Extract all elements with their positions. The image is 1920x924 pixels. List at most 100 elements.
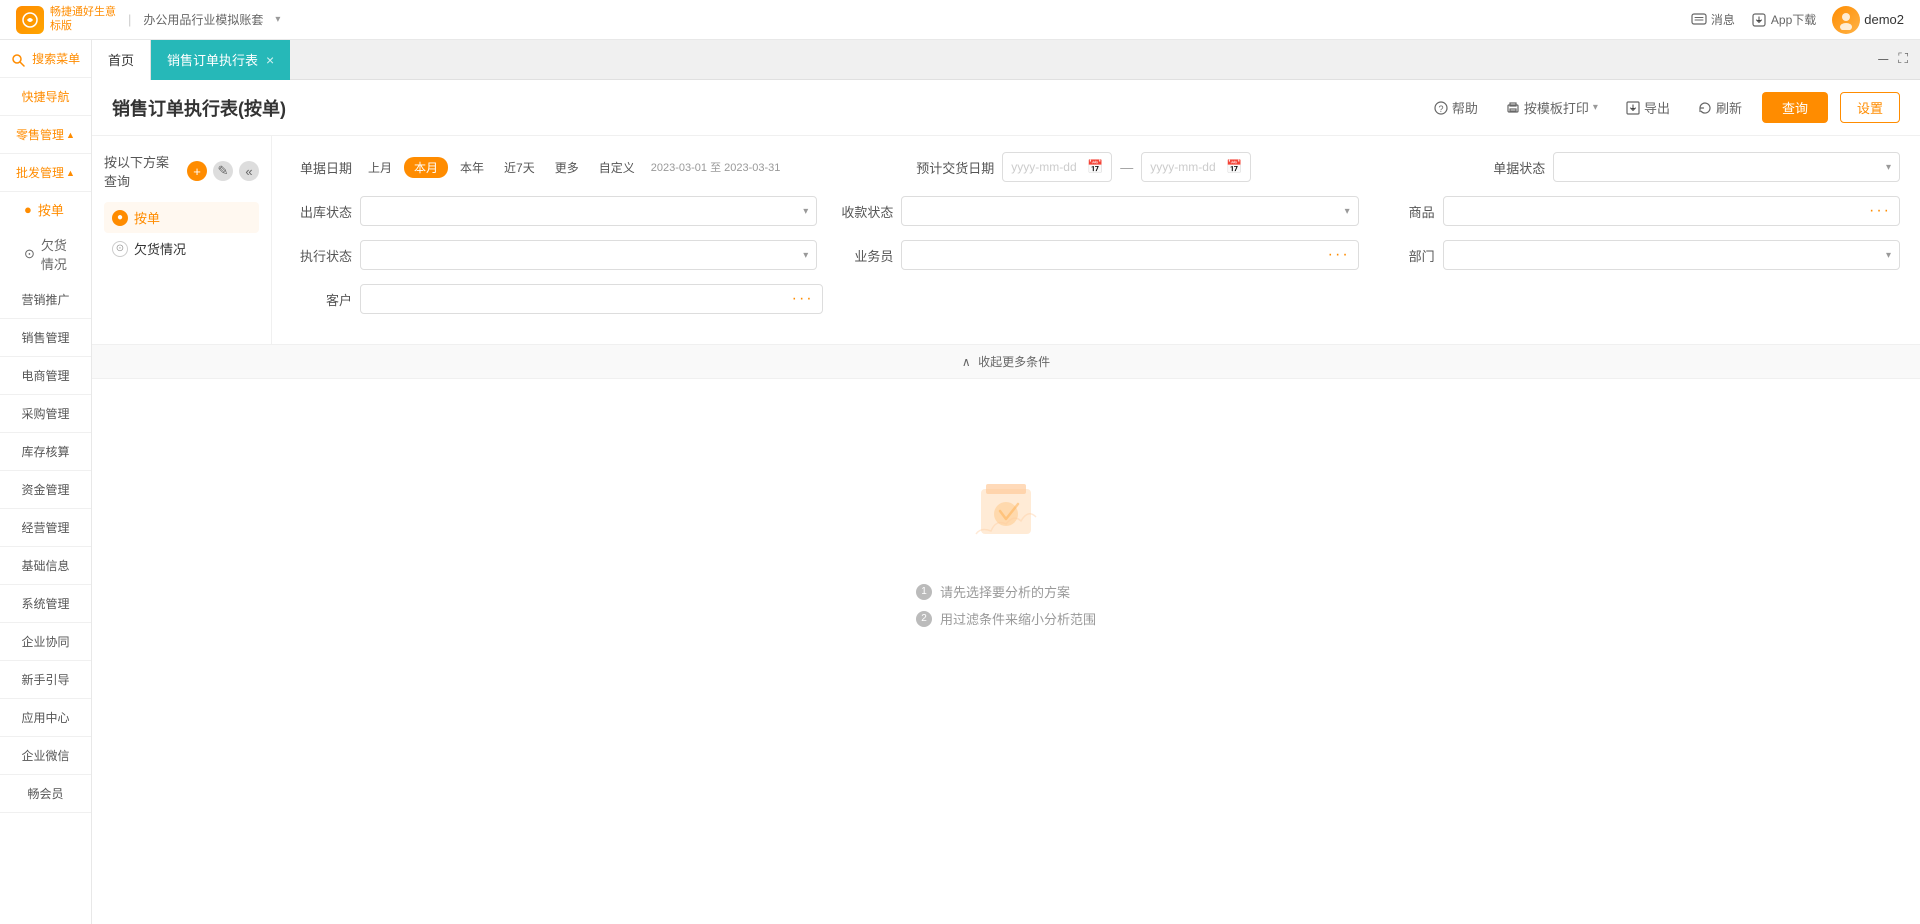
goods-dots-icon: ··· xyxy=(1869,202,1891,220)
sidebar-item-finance[interactable]: 资金管理 xyxy=(0,471,91,509)
help-button[interactable]: ? 帮助 xyxy=(1426,94,1486,121)
exec-status-select[interactable]: ▾ xyxy=(360,240,817,270)
scheme-add-button[interactable]: + xyxy=(187,161,207,181)
tab-minimize-icon[interactable]: － xyxy=(1876,50,1890,70)
empty-illustration xyxy=(956,459,1056,562)
customer-dots-icon: ··· xyxy=(792,290,814,308)
sidebar-search[interactable]: 搜索菜单 xyxy=(0,40,91,78)
top-bar-right: 消息 App下载 demo2 xyxy=(1691,6,1904,34)
logo-text: 畅捷通好生意 标版 xyxy=(50,6,116,32)
date-range-hint: 2023-03-01 至 2023-03-31 xyxy=(651,159,781,175)
sidebar-item-system[interactable]: 系统管理 xyxy=(0,585,91,623)
sidebar-item-wechat[interactable]: 企业微信 xyxy=(0,737,91,775)
download-icon xyxy=(1751,12,1767,28)
user-menu[interactable]: demo2 xyxy=(1832,6,1904,34)
tab-close-icon[interactable]: × xyxy=(266,53,274,67)
sidebar-item-ecommerce[interactable]: 电商管理 xyxy=(0,357,91,395)
tab-sales-order-exec[interactable]: 销售订单执行表 × xyxy=(151,40,290,80)
sidebar-item-purchase[interactable]: 采购管理 xyxy=(0,395,91,433)
scheme-collapse-button[interactable]: « xyxy=(239,161,259,181)
date-tab-this-month[interactable]: 本月 xyxy=(404,157,448,178)
date-tabs: 上月 本月 本年 近7天 更多 自定义 xyxy=(360,157,643,178)
message-icon xyxy=(1691,12,1707,28)
scheme-edit-button[interactable]: ✎ xyxy=(213,161,233,181)
payment-status-select[interactable]: ▾ xyxy=(901,196,1358,226)
date-tab-last-month[interactable]: 上月 xyxy=(360,157,400,178)
date-tab-7days[interactable]: 近7天 xyxy=(496,157,543,178)
delivery-status-select[interactable]: ▾ xyxy=(360,196,817,226)
sidebar-item-marketing[interactable]: 营销推广 xyxy=(0,281,91,319)
app-download-button[interactable]: App下载 xyxy=(1751,11,1816,28)
print-icon xyxy=(1506,101,1520,115)
page-content: 销售订单执行表(按单) ? 帮助 按模板打印 ▾ xyxy=(92,80,1920,924)
filter-row-3: 执行状态 ▾ 业务员 ··· xyxy=(292,240,1900,270)
print-arrow-icon: ▾ xyxy=(1593,102,1598,113)
filter-row-4: 客户 ··· xyxy=(292,284,1900,314)
payment-arrow-icon: ▾ xyxy=(1345,206,1350,217)
print-button[interactable]: 按模板打印 ▾ xyxy=(1498,94,1606,121)
page-header: 销售订单执行表(按单) ? 帮助 按模板打印 ▾ xyxy=(92,80,1920,136)
sidebar: 搜索菜单 快捷导航 零售管理 ▲ 批发管理 ▲ ● 零售管理 按单 ⊙ 欠货情况… xyxy=(0,40,92,924)
settings-button[interactable]: 设置 xyxy=(1840,92,1900,123)
export-button[interactable]: 导出 xyxy=(1618,94,1678,121)
dept-arrow-icon: ▾ xyxy=(1886,250,1891,261)
content-area: 首页 销售订单执行表 × － ⛶ 销售订单执行表(按单) ? xyxy=(92,40,1920,924)
date-separator: — xyxy=(1120,160,1133,175)
top-bar: 畅捷通好生意 标版 | 办公用品行业模拟账套 ▾ 消息 App下载 demo2 xyxy=(0,0,1920,40)
sidebar-item-retail[interactable]: 零售管理 ▲ xyxy=(0,116,91,154)
sidebar-item-sales[interactable]: 销售管理 xyxy=(0,319,91,357)
doc-status-label: 单据状态 xyxy=(1485,158,1545,177)
sidebar-item-appstore[interactable]: 应用中心 xyxy=(0,699,91,737)
department-select[interactable]: ▾ xyxy=(1443,240,1900,270)
salesperson-label: 业务员 xyxy=(833,246,893,265)
export-icon xyxy=(1626,101,1640,115)
filter-row-2: 出库状态 ▾ 收款状态 ▾ xyxy=(292,196,1900,226)
goods-label: 商品 xyxy=(1375,202,1435,221)
filter-row-1: 单据日期 上月 本月 本年 近7天 更多 自定义 2023-03-01 至 20… xyxy=(292,152,1900,182)
doc-status-select[interactable]: ▾ xyxy=(1553,152,1900,182)
department-label: 部门 xyxy=(1375,246,1435,265)
date-tab-this-year[interactable]: 本年 xyxy=(452,157,492,178)
sidebar-subitem-shortage[interactable]: ⊙ 欠货情况 xyxy=(0,227,91,281)
scheme-header: 按以下方案查询 + ✎ « xyxy=(104,152,259,190)
salesperson-select[interactable]: ··· xyxy=(901,240,1358,270)
date-tab-custom[interactable]: 自定义 xyxy=(591,157,643,178)
page-title: 销售订单执行表(按单) xyxy=(112,95,286,121)
sidebar-subitem-orders[interactable]: ● 零售管理 按单 xyxy=(0,192,91,227)
message-button[interactable]: 消息 xyxy=(1691,11,1735,28)
customer-select[interactable]: ··· xyxy=(360,284,823,314)
refresh-button[interactable]: 刷新 xyxy=(1690,94,1750,121)
sidebar-item-operation[interactable]: 经营管理 xyxy=(0,509,91,547)
sidebar-item-basic[interactable]: 基础信息 xyxy=(0,547,91,585)
sidebar-quick-nav[interactable]: 快捷导航 xyxy=(0,78,91,116)
collapse-bar[interactable]: ∧ 收起更多条件 xyxy=(92,344,1920,378)
tab-home[interactable]: 首页 xyxy=(92,40,151,80)
help-icon: ? xyxy=(1434,101,1448,115)
sidebar-item-newbie[interactable]: 新手引导 xyxy=(0,661,91,699)
username-label: demo2 xyxy=(1864,12,1904,27)
sidebar-item-inventory[interactable]: 库存核算 xyxy=(0,433,91,471)
filter-conditions-panel: 单据日期 上月 本月 本年 近7天 更多 自定义 2023-03-01 至 20… xyxy=(272,136,1920,344)
query-button[interactable]: 查询 xyxy=(1762,92,1828,123)
forecast-date-label: 预计交货日期 xyxy=(916,158,994,177)
svg-text:?: ? xyxy=(1438,104,1443,114)
forecast-date-end[interactable]: yyyy-mm-dd 📅 xyxy=(1141,152,1251,182)
sidebar-item-wholesale[interactable]: 批发管理 ▲ xyxy=(0,154,91,192)
tab-maximize-icon[interactable]: ⛶ xyxy=(1898,50,1908,70)
sidebar-item-member[interactable]: 畅会员 xyxy=(0,775,91,813)
empty-tip-1: 1 请先选择要分析的方案 xyxy=(916,582,1096,601)
salesperson-dots-icon: ··· xyxy=(1328,246,1350,264)
logo-area[interactable]: 畅捷通好生意 标版 xyxy=(16,6,116,34)
scheme-title: 按以下方案查询 xyxy=(104,152,181,190)
scheme-item-orders[interactable]: ● 按单 xyxy=(104,202,259,233)
forecast-date-start[interactable]: yyyy-mm-dd 📅 xyxy=(1002,152,1112,182)
doc-status-arrow-icon: ▾ xyxy=(1886,162,1891,173)
date-tab-more[interactable]: 更多 xyxy=(547,157,587,178)
goods-select[interactable]: ··· xyxy=(1443,196,1900,226)
sidebar-item-collab[interactable]: 企业协同 xyxy=(0,623,91,661)
empty-state: 1 请先选择要分析的方案 2 用过滤条件来缩小分析范围 xyxy=(92,379,1920,708)
search-icon xyxy=(11,53,25,67)
breadcrumb-arrow-icon[interactable]: ▾ xyxy=(275,14,280,25)
scheme-item-shortage[interactable]: ⊙ 欠货情况 xyxy=(104,233,259,264)
customer-label: 客户 xyxy=(292,290,352,309)
